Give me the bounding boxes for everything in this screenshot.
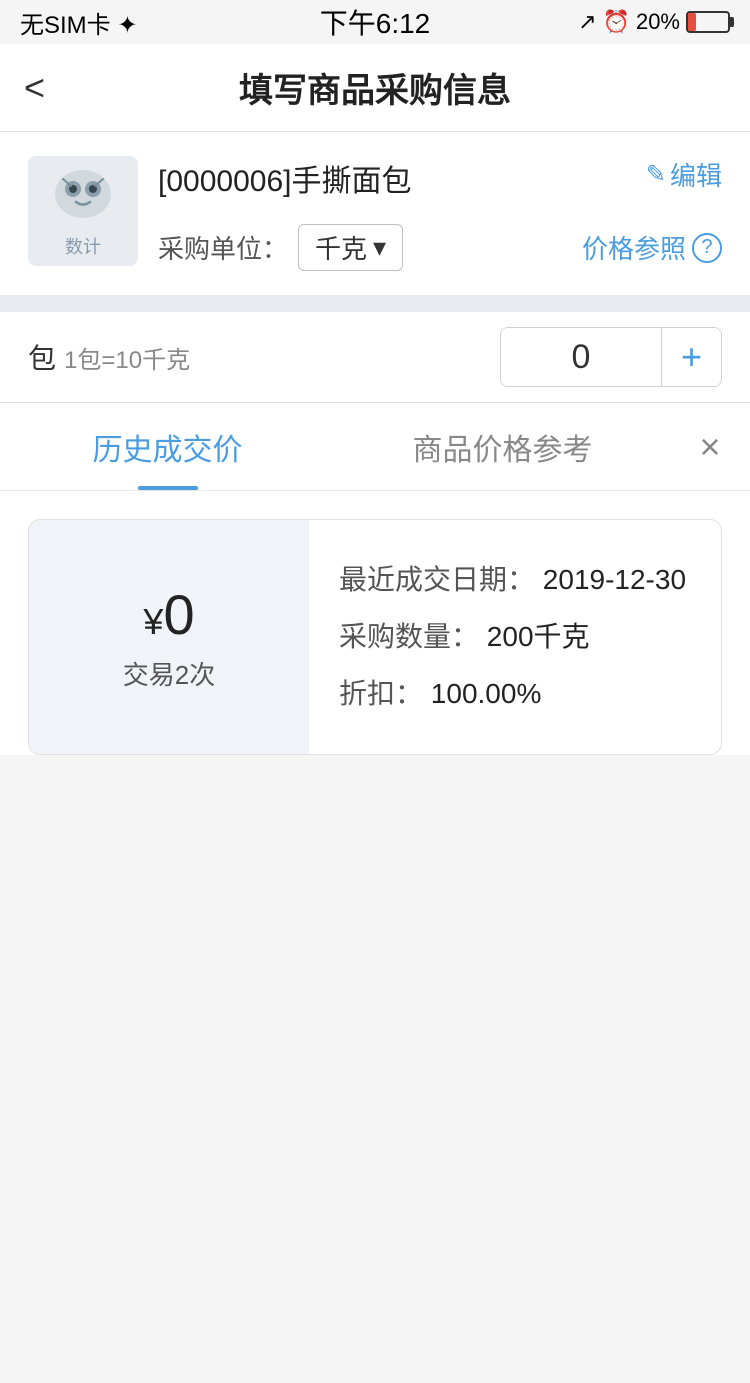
tabs-header: 历史成交价 商品价格参考 × [0, 403, 750, 491]
dropdown-arrow-icon: ▾ [373, 232, 386, 263]
quantity-row-detail: 采购数量： 200千克 [339, 617, 691, 656]
status-bar: 无SIM卡 ✦ 下午6:12 ↗ ⏰ 20% [0, 0, 750, 44]
product-header: [0000006]手撕面包 ✎ 编辑 [158, 156, 722, 200]
package-hint: 1包=10千克 [64, 340, 190, 375]
help-icon: ? [692, 233, 722, 263]
recent-date-label: 最近成交日期： [339, 564, 535, 595]
product-logo-icon [53, 164, 113, 229]
tab-history-price[interactable]: 历史成交价 [0, 403, 335, 490]
product-card: 数计 [0000006]手撕面包 ✎ 编辑 采购单位： 千克 ▾ 价格参照 ? [0, 132, 750, 296]
nav-bar: < 填写商品采购信息 [0, 44, 750, 132]
quantity-label: 包 1包=10千克 [28, 337, 190, 377]
price-card: ¥0 交易2次 最近成交日期： 2019-12-30 采购数量： 200千克 折… [28, 519, 722, 755]
quantity-detail-value: 200千克 [487, 621, 590, 652]
status-left: 无SIM卡 ✦ [20, 5, 137, 40]
alarm-icon: ⏰ [603, 9, 630, 35]
quantity-controls: + [500, 327, 722, 387]
price-reference-link[interactable]: 价格参照 ? [582, 229, 722, 266]
quantity-input[interactable] [501, 328, 661, 386]
currency-symbol: ¥ [143, 601, 163, 642]
location-icon: ↗ [578, 9, 596, 35]
price-summary: ¥0 交易2次 [29, 520, 309, 754]
product-thumbnail: 数计 [28, 156, 138, 266]
price-details: 最近成交日期： 2019-12-30 采购数量： 200千克 折扣： 100.0… [309, 520, 721, 754]
tab-close-button[interactable]: × [670, 403, 750, 490]
product-meta: 采购单位： 千克 ▾ 价格参照 ? [158, 224, 722, 271]
price-amount: ¥0 [143, 582, 194, 647]
edit-button[interactable]: ✎ 编辑 [646, 156, 722, 193]
discount-label: 折扣： [339, 678, 423, 709]
tab-price-reference[interactable]: 商品价格参考 [335, 403, 670, 490]
logo-text: 数计 [53, 233, 113, 259]
package-label: 包 [28, 337, 56, 377]
unit-row: 采购单位： 千克 ▾ [158, 224, 403, 271]
battery-icon [686, 11, 730, 33]
section-divider [0, 296, 750, 312]
quantity-row: 包 1包=10千克 + [0, 312, 750, 402]
tabs-container: 历史成交价 商品价格参考 × ¥0 交易2次 最近成交日期： 2019-12-3… [0, 402, 750, 755]
unit-label: 采购单位： [158, 229, 288, 266]
recent-date-value: 2019-12-30 [543, 564, 686, 595]
main-content [0, 783, 750, 1383]
product-info: [0000006]手撕面包 ✎ 编辑 采购单位： 千克 ▾ 价格参照 ? [158, 156, 722, 271]
edit-icon: ✎ [646, 160, 666, 189]
discount-row: 折扣： 100.00% [339, 674, 691, 713]
trade-count: 交易2次 [123, 655, 215, 692]
product-name: [0000006]手撕面包 [158, 156, 411, 200]
status-time: 下午6:12 [320, 2, 431, 42]
recent-date-row: 最近成交日期： 2019-12-30 [339, 560, 691, 599]
unit-selector[interactable]: 千克 ▾ [298, 224, 403, 271]
page-title: 填写商品采购信息 [239, 63, 511, 112]
quantity-plus-button[interactable]: + [661, 328, 721, 386]
carrier-text: 无SIM卡 ✦ [20, 5, 137, 40]
status-right: ↗ ⏰ 20% [578, 9, 730, 35]
back-button[interactable]: < [24, 67, 45, 109]
battery-percentage: 20% [636, 9, 680, 35]
discount-value: 100.00% [431, 678, 542, 709]
quantity-detail-label: 采购数量： [339, 621, 479, 652]
tab-active-indicator [138, 486, 198, 490]
